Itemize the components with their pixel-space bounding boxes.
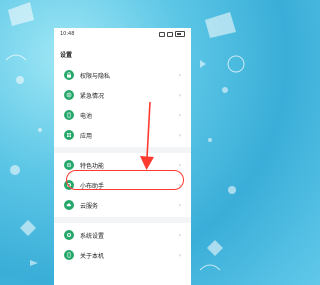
settings-item-label: 关于本机 (80, 252, 105, 260)
settings-item-system[interactable]: 系统设置 › (58, 225, 187, 245)
settings-item-label: 云服务 (80, 202, 99, 210)
phone-icon (64, 250, 74, 260)
chevron-right-icon: › (178, 131, 181, 139)
chevron-right-icon: › (178, 161, 181, 169)
settings-item-label: 权限与隐私 (80, 72, 111, 80)
status-bar: 10:48 (54, 28, 191, 40)
settings-item-about[interactable]: 关于本机 › (58, 245, 187, 265)
wifi-icon (167, 31, 173, 37)
chevron-right-icon: › (178, 201, 181, 209)
settings-item-label: 系统设置 (80, 232, 105, 240)
settings-item-privacy[interactable]: 权限与隐私 › (58, 65, 187, 85)
chevron-right-icon: › (178, 231, 181, 239)
sos-icon (64, 90, 74, 100)
status-time: 10:48 (60, 31, 75, 37)
gear-icon (64, 230, 74, 240)
settings-item-label: 应用 (80, 132, 93, 140)
highlight-box (66, 170, 184, 190)
chevron-right-icon: › (178, 111, 181, 119)
settings-group-3: 系统设置 › 关于本机 › (58, 225, 187, 265)
settings-item-label: 特色功能 (80, 162, 105, 170)
settings-item-battery[interactable]: 电池 › (58, 105, 187, 125)
settings-item-apps[interactable]: 应用 › (58, 125, 187, 145)
settings-item-emergency[interactable]: 紧急情况 › (58, 85, 187, 105)
apps-icon (64, 130, 74, 140)
page-title: 设置 (60, 52, 73, 59)
divider (54, 147, 191, 153)
battery-icon (64, 110, 74, 120)
star-icon (64, 160, 74, 170)
signal-icon (159, 31, 165, 37)
divider (54, 217, 191, 223)
chevron-right-icon: › (178, 251, 181, 259)
settings-group-1: 权限与隐私 › 紧急情况 › 电池 › 应用 › (58, 65, 187, 145)
settings-item-cloud[interactable]: 云服务 › (58, 195, 187, 215)
settings-item-label: 电池 (80, 112, 93, 120)
cloud-icon (64, 200, 74, 210)
status-icons (159, 31, 185, 37)
chevron-right-icon: › (178, 91, 181, 99)
phone-screen: 10:48 设置 权限与隐私 › 紧急情况 › 电池 › 应用 › 特色功能 ›… (54, 28, 191, 285)
lock-icon (64, 70, 74, 80)
battery-status-icon (175, 31, 185, 37)
chevron-right-icon: › (178, 71, 181, 79)
settings-item-label: 紧急情况 (80, 92, 105, 100)
